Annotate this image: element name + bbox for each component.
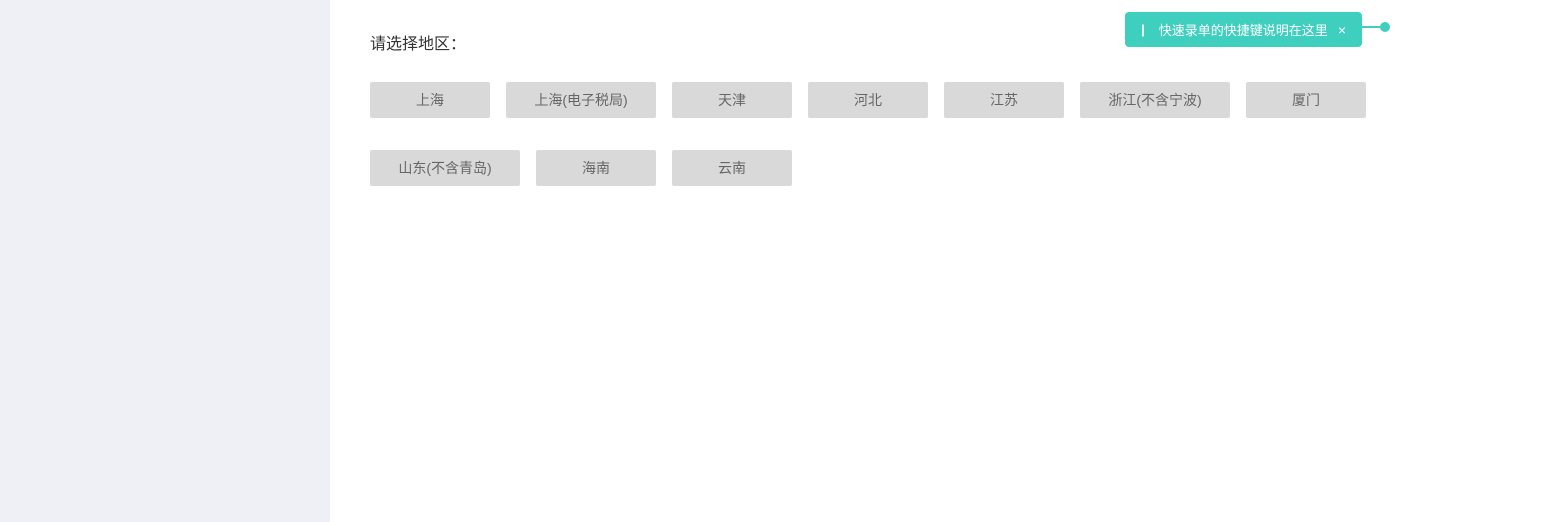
tooltip-bubble: 快速录单的快捷键说明在这里 × xyxy=(1125,12,1362,47)
tooltip-close-button[interactable]: × xyxy=(1338,22,1346,38)
region-btn-jiangsu[interactable]: 江苏 xyxy=(944,82,1064,118)
region-btn-shanghai[interactable]: 上海 xyxy=(370,82,490,118)
tooltip-dot xyxy=(1380,22,1390,32)
region-btn-xiamen[interactable]: 厦门 xyxy=(1246,82,1366,118)
tooltip-text: 快速录单的快捷键说明在这里 xyxy=(1159,20,1328,39)
region-btn-yunnan[interactable]: 云南 xyxy=(672,150,792,186)
left-sidebar xyxy=(0,0,330,522)
region-btn-shandong[interactable]: 山东(不含青岛) xyxy=(370,150,520,186)
region-btn-tianjin[interactable]: 天津 xyxy=(672,82,792,118)
region-buttons: 上海 上海(电子税局) 天津 河北 江苏 浙江(不含宁波) 厦门 山东(不含青岛… xyxy=(370,82,1522,186)
region-btn-shanghai-etax[interactable]: 上海(电子税局) xyxy=(506,82,656,118)
region-btn-hainan[interactable]: 海南 xyxy=(536,150,656,186)
region-btn-hebei[interactable]: 河北 xyxy=(808,82,928,118)
main-content: 请选择地区： 上海 上海(电子税局) 天津 河北 江苏 浙江(不含宁波) 厦门 … xyxy=(330,0,1562,522)
region-btn-zhejiang[interactable]: 浙江(不含宁波) xyxy=(1080,82,1230,118)
